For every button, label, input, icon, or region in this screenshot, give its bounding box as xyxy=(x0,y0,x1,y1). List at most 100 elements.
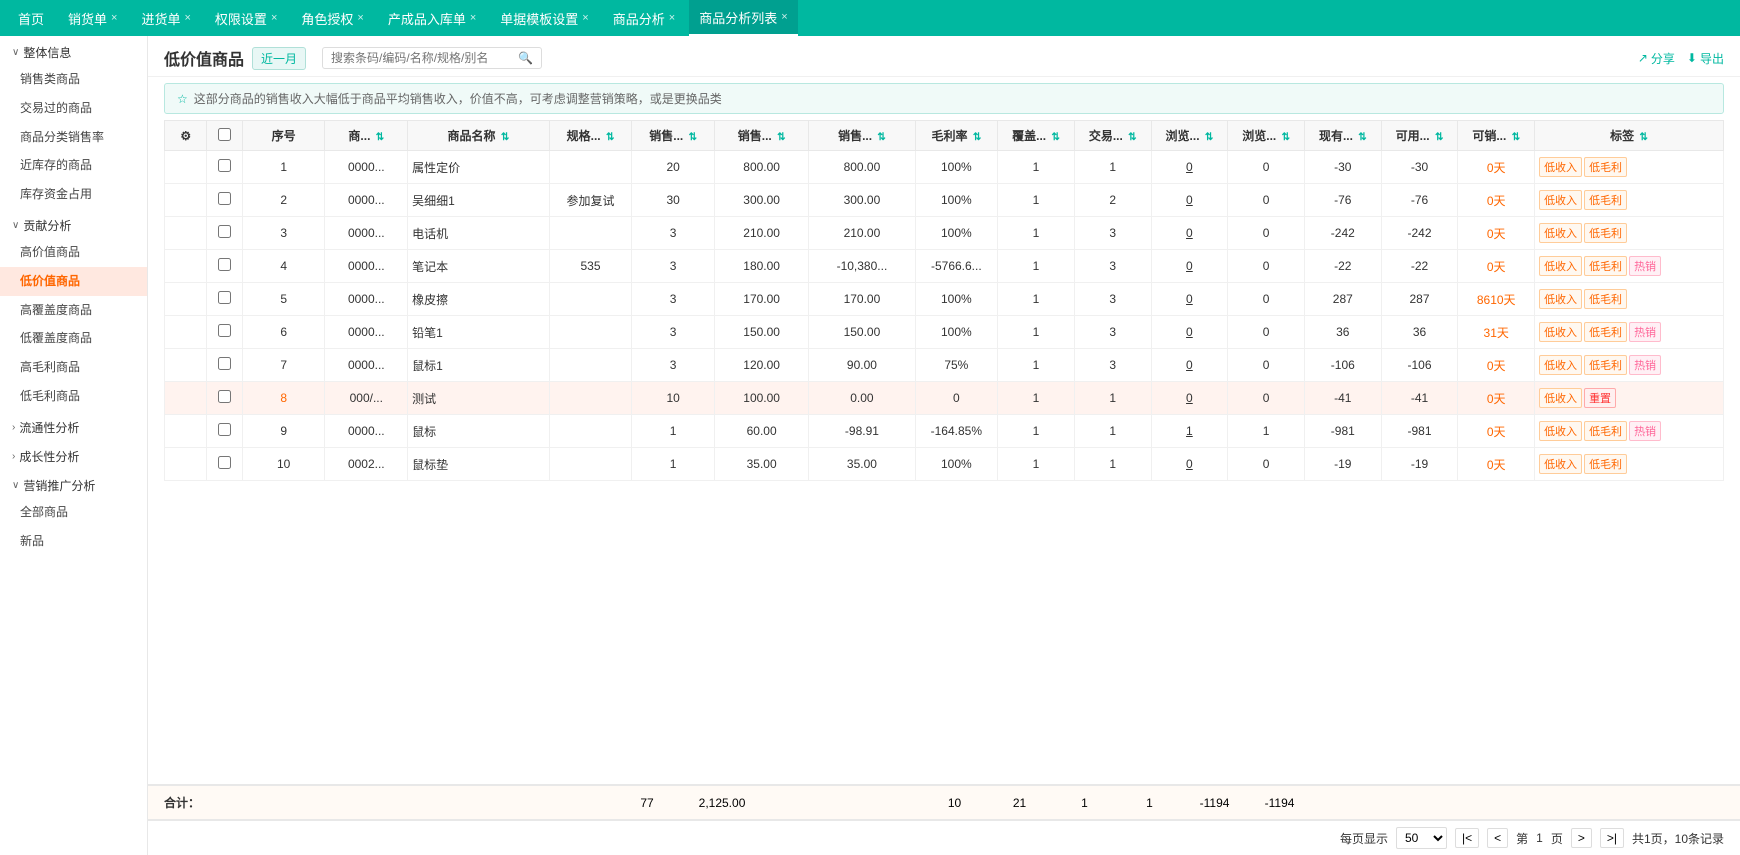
col-spec[interactable]: 规格... ⇅ xyxy=(549,121,632,151)
page-size-select[interactable]: 50 100 200 xyxy=(1396,827,1447,849)
share-button[interactable]: ↗ 分享 xyxy=(1638,50,1675,67)
row-browse1[interactable]: 0 xyxy=(1151,151,1228,184)
nav-template-settings[interactable]: 单据模板设置 × xyxy=(490,0,598,36)
col-browse2[interactable]: 浏览... ⇅ xyxy=(1228,121,1305,151)
sidebar-group-contribution[interactable]: ∨ 贡献分析 xyxy=(0,209,147,238)
sidebar-item-all-products[interactable]: 全部商品 xyxy=(0,498,147,527)
nav-product-analysis[interactable]: 商品分析 × xyxy=(603,0,685,36)
row-checkbox[interactable] xyxy=(218,357,231,370)
row-code: 0000... xyxy=(325,184,408,217)
row-checkbox[interactable] xyxy=(218,225,231,238)
col-browse1[interactable]: 浏览... ⇅ xyxy=(1151,121,1228,151)
sidebar-item-new-products[interactable]: 新品 xyxy=(0,527,147,556)
row-checkbox[interactable] xyxy=(218,192,231,205)
search-box[interactable]: 🔍 xyxy=(322,47,542,69)
nav-permissions[interactable]: 权限设置 × xyxy=(205,0,287,36)
browse1-link[interactable]: 0 xyxy=(1186,226,1193,240)
row-tags: 低收入低毛利热销 xyxy=(1535,250,1724,283)
browse1-link[interactable]: 0 xyxy=(1186,292,1193,306)
sidebar-item-traded-products[interactable]: 交易过的商品 xyxy=(0,94,147,123)
col-trade-count[interactable]: 交易... ⇅ xyxy=(1074,121,1151,151)
row-browse1[interactable]: 0 xyxy=(1151,316,1228,349)
next-page-button[interactable]: > xyxy=(1571,828,1592,848)
row-browse1[interactable]: 0 xyxy=(1151,349,1228,382)
prev-page-button[interactable]: < xyxy=(1487,828,1508,848)
browse1-link[interactable]: 1 xyxy=(1186,424,1193,438)
col-name[interactable]: 商品名称 ⇅ xyxy=(408,121,550,151)
browse1-link[interactable]: 0 xyxy=(1186,391,1193,405)
browse1-link[interactable]: 0 xyxy=(1186,160,1193,174)
row-name[interactable]: 鼠标1 xyxy=(408,349,550,382)
row-name[interactable]: 属性定价 xyxy=(408,151,550,184)
row-name[interactable]: 铅笔1 xyxy=(408,316,550,349)
sidebar-item-high-margin[interactable]: 高毛利商品 xyxy=(0,353,147,382)
col-available[interactable]: 可用... ⇅ xyxy=(1381,121,1458,151)
row-browse1[interactable]: 1 xyxy=(1151,415,1228,448)
col-sellable[interactable]: 可销... ⇅ xyxy=(1458,121,1535,151)
sidebar-group-circulation[interactable]: › 流通性分析 xyxy=(0,411,147,440)
row-name[interactable]: 吴细细1 xyxy=(408,184,550,217)
row-checkbox[interactable] xyxy=(218,324,231,337)
sidebar-item-low-value[interactable]: 低价值商品 xyxy=(0,267,147,296)
nav-product-entry[interactable]: 产成品入库单 × xyxy=(378,0,486,36)
col-tags[interactable]: 标签 ⇅ xyxy=(1535,121,1724,151)
row-name[interactable]: 鼠标 xyxy=(408,415,550,448)
row-name[interactable]: 笔记本 xyxy=(408,250,550,283)
nav-sales-order[interactable]: 销货单 × xyxy=(58,0,127,36)
sidebar-item-high-value[interactable]: 高价值商品 xyxy=(0,238,147,267)
col-sale-profit[interactable]: 销售... ⇅ xyxy=(809,121,915,151)
browse1-link[interactable]: 0 xyxy=(1186,358,1193,372)
col-checkbox[interactable] xyxy=(207,121,242,151)
row-browse1[interactable]: 0 xyxy=(1151,217,1228,250)
col-settings[interactable]: ⚙ xyxy=(165,121,207,151)
row-checkbox[interactable] xyxy=(218,258,231,271)
nav-role-auth[interactable]: 角色授权 × xyxy=(291,0,373,36)
row-checkbox[interactable] xyxy=(218,291,231,304)
search-input[interactable] xyxy=(331,51,518,65)
row-name[interactable]: 橡皮擦 xyxy=(408,283,550,316)
nav-product-analysis-list[interactable]: 商品分析列表 × xyxy=(689,0,797,36)
tag-热销: 热销 xyxy=(1629,322,1661,342)
col-gross-margin[interactable]: 毛利率 ⇅ xyxy=(915,121,998,151)
table-container[interactable]: ⚙ 序号 商... ⇅ 商品名称 ⇅ 规格... ⇅ 销售... ⇅ 销售...… xyxy=(164,120,1724,784)
col-code[interactable]: 商... ⇅ xyxy=(325,121,408,151)
col-sale-amount[interactable]: 销售... ⇅ xyxy=(714,121,808,151)
nav-purchase-order[interactable]: 进货单 × xyxy=(131,0,200,36)
sidebar-group-overall[interactable]: ∨ 整体信息 xyxy=(0,36,147,65)
row-checkbox[interactable] xyxy=(218,159,231,172)
row-browse1[interactable]: 0 xyxy=(1151,250,1228,283)
first-page-button[interactable]: |< xyxy=(1455,828,1479,848)
sidebar-item-low-coverage[interactable]: 低覆盖度商品 xyxy=(0,324,147,353)
sidebar-item-sales-products[interactable]: 销售类商品 xyxy=(0,65,147,94)
row-name[interactable]: 测试 xyxy=(408,382,550,415)
export-button[interactable]: ⬇ 导出 xyxy=(1687,50,1724,67)
row-browse1[interactable]: 0 xyxy=(1151,382,1228,415)
row-browse1[interactable]: 0 xyxy=(1151,448,1228,481)
row-checkbox[interactable] xyxy=(218,390,231,403)
row-name[interactable]: 电话机 xyxy=(408,217,550,250)
browse1-link[interactable]: 0 xyxy=(1186,193,1193,207)
sidebar-group-growth[interactable]: › 成长性分析 xyxy=(0,440,147,469)
col-coverage[interactable]: 覆盖... ⇅ xyxy=(998,121,1075,151)
sidebar-item-stock-capital[interactable]: 库存资金占用 xyxy=(0,180,147,209)
col-current-stock[interactable]: 现有... ⇅ xyxy=(1304,121,1381,151)
row-gross-margin: 100% xyxy=(915,184,998,217)
row-browse1[interactable]: 0 xyxy=(1151,283,1228,316)
row-checkbox[interactable] xyxy=(218,423,231,436)
nav-home[interactable]: 首页 xyxy=(8,0,54,36)
row-name[interactable]: 鼠标垫 xyxy=(408,448,550,481)
sidebar-item-low-margin[interactable]: 低毛利商品 xyxy=(0,382,147,411)
select-all-checkbox[interactable] xyxy=(218,128,231,141)
sidebar-item-near-stock[interactable]: 近库存的商品 xyxy=(0,151,147,180)
browse1-link[interactable]: 0 xyxy=(1186,325,1193,339)
last-page-button[interactable]: >| xyxy=(1600,828,1624,848)
date-filter-button[interactable]: 近一月 xyxy=(252,47,306,70)
browse1-link[interactable]: 0 xyxy=(1186,259,1193,273)
col-sale-qty[interactable]: 销售... ⇅ xyxy=(632,121,715,151)
sidebar-item-high-coverage[interactable]: 高覆盖度商品 xyxy=(0,296,147,325)
row-browse1[interactable]: 0 xyxy=(1151,184,1228,217)
row-checkbox[interactable] xyxy=(218,456,231,469)
browse1-link[interactable]: 0 xyxy=(1186,457,1193,471)
sidebar-group-marketing[interactable]: ∨ 营销推广分析 xyxy=(0,469,147,498)
sidebar-item-category-sales-rate[interactable]: 商品分类销售率 xyxy=(0,123,147,152)
